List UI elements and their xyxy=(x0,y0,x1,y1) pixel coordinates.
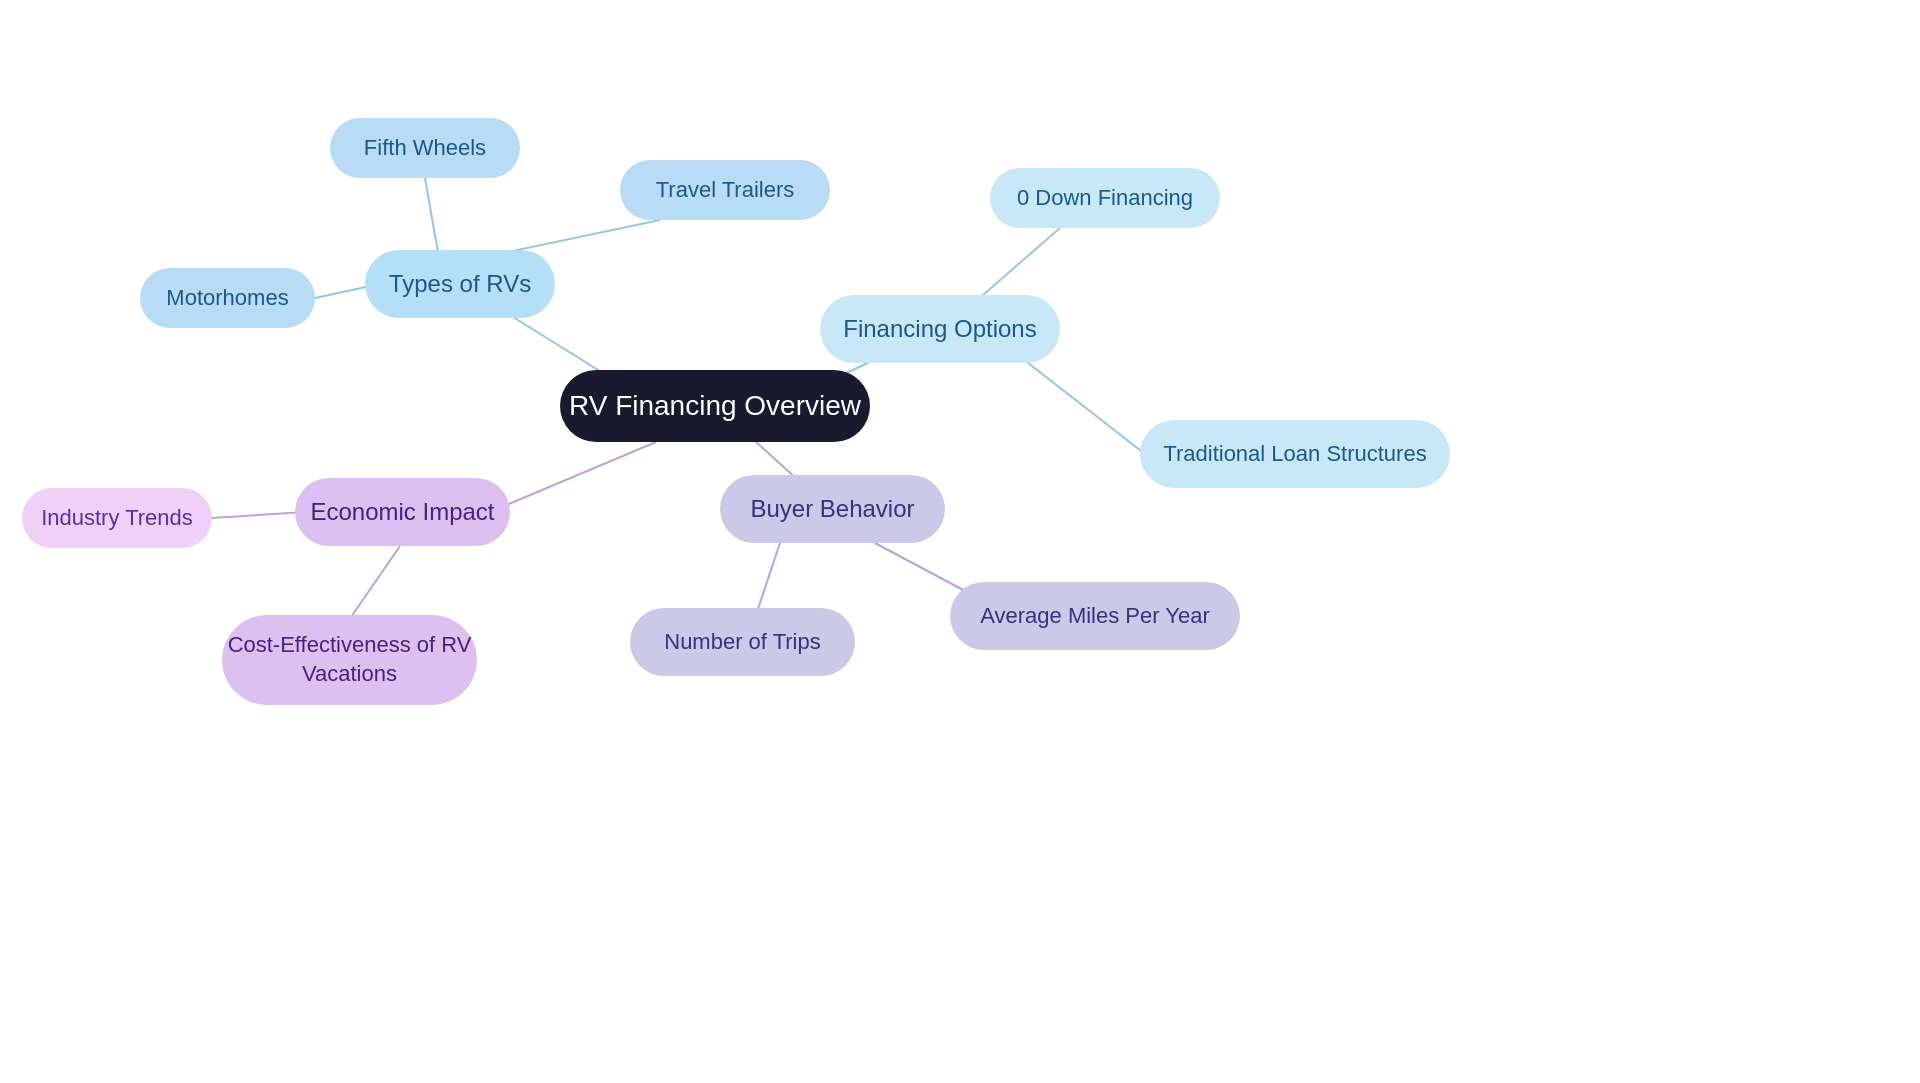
financing-options-node[interactable]: Financing Options xyxy=(820,295,1060,363)
traditional-loan-node[interactable]: Traditional Loan Structures xyxy=(1140,420,1450,488)
svg-line-11 xyxy=(757,543,780,612)
svg-line-8 xyxy=(212,512,305,518)
svg-line-9 xyxy=(349,546,400,620)
travel-trailers-node[interactable]: Travel Trailers xyxy=(620,160,830,220)
industry-trends-node[interactable]: Industry Trends xyxy=(22,488,212,548)
types-rvs-node[interactable]: Types of RVs xyxy=(365,250,555,318)
economic-impact-node[interactable]: Economic Impact xyxy=(295,478,510,546)
motorhomes-node[interactable]: Motorhomes xyxy=(140,268,315,328)
number-of-trips-node[interactable]: Number of Trips xyxy=(630,608,855,676)
svg-line-7 xyxy=(490,442,656,512)
center-node: RV Financing Overview xyxy=(560,370,870,442)
buyer-behavior-node[interactable]: Buyer Behavior xyxy=(720,475,945,543)
average-miles-node[interactable]: Average Miles Per Year xyxy=(950,582,1240,650)
cost-effectiveness-node[interactable]: Cost-Effectiveness of RV Vacations xyxy=(222,615,477,705)
fifth-wheels-node[interactable]: Fifth Wheels xyxy=(330,118,520,178)
zero-down-financing-node[interactable]: 0 Down Financing xyxy=(990,168,1220,228)
